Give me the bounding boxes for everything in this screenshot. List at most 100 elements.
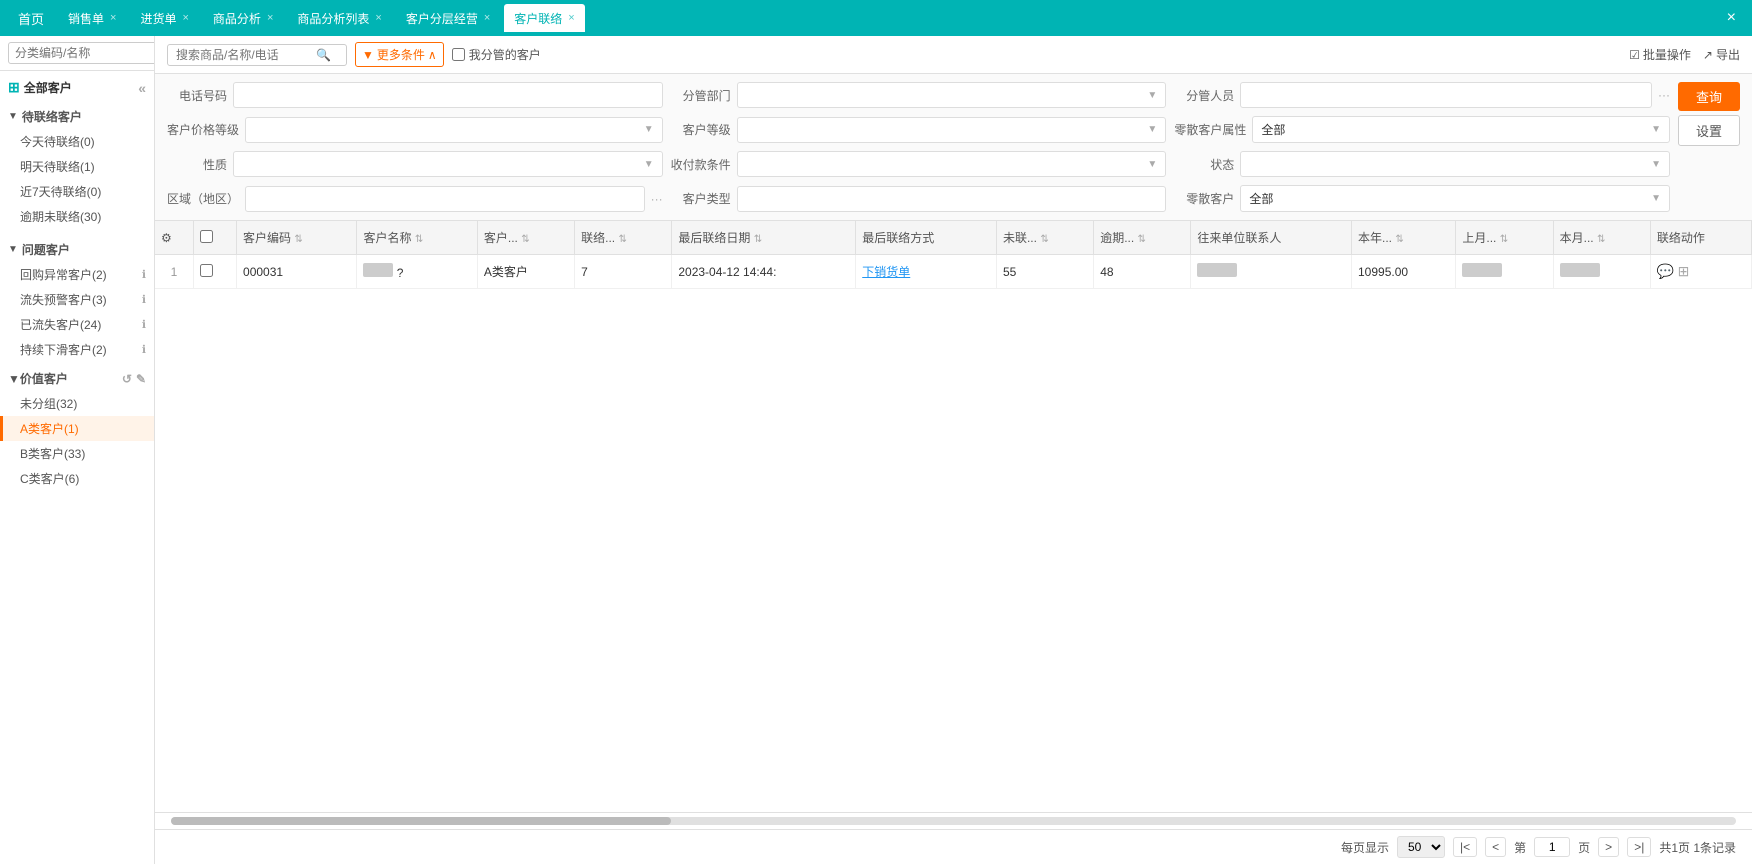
th-type[interactable]: 客户... ⇅	[477, 221, 574, 255]
nav-home[interactable]: 首页	[8, 9, 54, 28]
close-sales-tab[interactable]: ×	[110, 12, 116, 24]
cell-no-contact: 55	[996, 255, 1093, 289]
cell-action[interactable]: 💬 ⊞	[1650, 255, 1751, 289]
th-person[interactable]: 往来单位联系人	[1191, 221, 1352, 255]
scatter-customer-select[interactable]: 全部 ▼	[1240, 185, 1670, 212]
all-customers-header[interactable]: ⊞ 全部客户 «	[0, 71, 154, 100]
prev-page-btn[interactable]: <	[1485, 837, 1506, 857]
dept-arrow: ▼	[1147, 90, 1157, 101]
th-settings[interactable]: ⚙	[155, 221, 194, 255]
dept-select[interactable]: ▼	[737, 82, 1167, 108]
sort-name: ⇅	[415, 234, 423, 245]
th-last-date[interactable]: 最后联络日期 ⇅	[672, 221, 856, 255]
close-purchase-tab[interactable]: ×	[182, 12, 188, 24]
sort-no-contact: ⇅	[1040, 234, 1048, 245]
th-last-method[interactable]: 最后联络方式	[856, 221, 997, 255]
select-all-checkbox[interactable]	[200, 230, 213, 243]
manager-input[interactable]	[1240, 82, 1652, 108]
th-checkbox[interactable]	[194, 221, 237, 255]
th-no-contact[interactable]: 未联... ⇅	[996, 221, 1093, 255]
region-dots[interactable]: ···	[651, 192, 663, 206]
th-name[interactable]: 客户名称 ⇅	[357, 221, 477, 255]
sidebar-item-class-a[interactable]: A类客户(1)	[0, 416, 154, 441]
sidebar-item-7days[interactable]: 近7天待联络(0)	[0, 179, 154, 204]
toolbar-search-input[interactable]	[176, 48, 316, 62]
sidebar-item-declining[interactable]: 持续下滑客户(2) ℹ	[0, 337, 154, 362]
nature-select[interactable]: ▼	[233, 151, 663, 177]
value-section-header[interactable]: ▼ 价值客户 ↺ ✎	[0, 366, 154, 391]
sidebar-item-ungraded[interactable]: 未分组(32)	[0, 391, 154, 416]
my-customer-checkbox-area[interactable]: 我分管的客户	[452, 46, 541, 63]
th-action[interactable]: 联络动作	[1650, 221, 1751, 255]
action-icon-1[interactable]: 💬	[1657, 263, 1674, 279]
refresh-icon[interactable]: ↺	[122, 372, 132, 386]
sidebar-item-class-c[interactable]: C类客户(6)	[0, 466, 154, 491]
filter-row-2: 客户价格等级 ▼ 客户等级 ▼	[167, 116, 1670, 143]
th-year-amount[interactable]: 本年... ⇅	[1352, 221, 1456, 255]
nav-tab-sales[interactable]: 销售单 ×	[58, 4, 126, 32]
filter-icon: ▼	[362, 48, 374, 62]
customer-type-input[interactable]	[737, 186, 1167, 212]
scroll-bar-thumb[interactable]	[171, 817, 671, 825]
customer-level-select[interactable]: ▼	[737, 117, 1167, 143]
manager-dots[interactable]: ···	[1658, 88, 1670, 102]
problem-section-header[interactable]: ▼ 问题客户	[0, 237, 154, 262]
scatter-attr-select[interactable]: 全部 ▼	[1252, 116, 1670, 143]
filter-more-btn[interactable]: ▼ 更多条件 ∧	[355, 42, 444, 67]
price-level-select[interactable]: ▼	[245, 117, 663, 143]
sidebar-item-today[interactable]: 今天待联络(0)	[0, 129, 154, 154]
th-last-month[interactable]: 上月... ⇅	[1456, 221, 1553, 255]
sidebar-search-input[interactable]	[8, 42, 155, 64]
dept-label: 分管部门	[671, 87, 731, 104]
th-this-month[interactable]: 本月... ⇅	[1553, 221, 1650, 255]
cell-checkbox[interactable]	[194, 255, 237, 289]
close-customer-segment-tab[interactable]: ×	[484, 12, 490, 24]
nav-tab-customer-segment[interactable]: 客户分层经营 ×	[396, 4, 500, 32]
page-total-label: 页	[1578, 839, 1590, 856]
close-product-list-tab[interactable]: ×	[375, 12, 381, 24]
th-contact[interactable]: 联络... ⇅	[575, 221, 672, 255]
nav-tab-purchase[interactable]: 进货单 ×	[130, 4, 198, 32]
batch-op-btn[interactable]: ☑ 批量操作	[1629, 46, 1691, 63]
first-page-btn[interactable]: |<	[1453, 837, 1477, 857]
sidebar-item-class-b[interactable]: B类客户(33)	[0, 441, 154, 466]
payment-select[interactable]: ▼	[737, 151, 1167, 177]
scroll-bar-track[interactable]	[171, 817, 1736, 825]
row-checkbox[interactable]	[200, 264, 213, 277]
export-btn[interactable]: ↗ 导出	[1703, 46, 1740, 63]
per-page-select[interactable]: 50	[1397, 836, 1445, 858]
manager-label: 分管人员	[1174, 87, 1234, 104]
my-customer-checkbox[interactable]	[452, 48, 465, 61]
this-month-blur	[1560, 263, 1600, 277]
status-label: 状态	[1174, 156, 1234, 173]
nav-tab-product-analysis[interactable]: 商品分析 ×	[203, 4, 283, 32]
close-product-analysis-tab[interactable]: ×	[267, 12, 273, 24]
last-method-link[interactable]: 下销货单	[862, 265, 910, 279]
sidebar-item-repurchase-abnormal[interactable]: 回购异常客户(2) ℹ	[0, 262, 154, 287]
toolbar-search-box[interactable]: 🔍	[167, 44, 347, 66]
phone-input[interactable]	[233, 82, 663, 108]
pending-section-header[interactable]: ▼ 待联络客户	[0, 104, 154, 129]
query-button[interactable]: 查询	[1678, 82, 1740, 111]
sidebar-item-churn-warning[interactable]: 流失预警客户(3) ℹ	[0, 287, 154, 312]
action-icon-2[interactable]: ⊞	[1678, 263, 1690, 279]
cell-last-method[interactable]: 下销货单	[856, 255, 997, 289]
next-page-btn[interactable]: >	[1598, 837, 1619, 857]
nav-tab-customer-contact[interactable]: 客户联络 ×	[504, 4, 584, 32]
settings-button[interactable]: 设置	[1678, 115, 1740, 146]
th-overdue[interactable]: 逾期... ⇅	[1094, 221, 1191, 255]
nav-tab-product-list[interactable]: 商品分析列表 ×	[287, 4, 391, 32]
close-customer-contact-tab[interactable]: ×	[568, 12, 574, 24]
sidebar-item-tomorrow[interactable]: 明天待联络(1)	[0, 154, 154, 179]
status-select[interactable]: ▼	[1240, 151, 1670, 177]
sidebar-item-overdue[interactable]: 逾期未联络(30)	[0, 204, 154, 229]
toolbar-search-icon[interactable]: 🔍	[316, 48, 331, 62]
last-page-btn[interactable]: >|	[1627, 837, 1651, 857]
page-input[interactable]	[1534, 837, 1570, 857]
th-code[interactable]: 客户编码 ⇅	[237, 221, 357, 255]
edit-icon[interactable]: ✎	[136, 372, 146, 386]
close-all-btn[interactable]: ×	[1719, 9, 1744, 27]
region-input[interactable]	[245, 186, 645, 212]
scatter-customer-arrow: ▼	[1651, 193, 1661, 204]
sidebar-item-churned[interactable]: 已流失客户(24) ℹ	[0, 312, 154, 337]
